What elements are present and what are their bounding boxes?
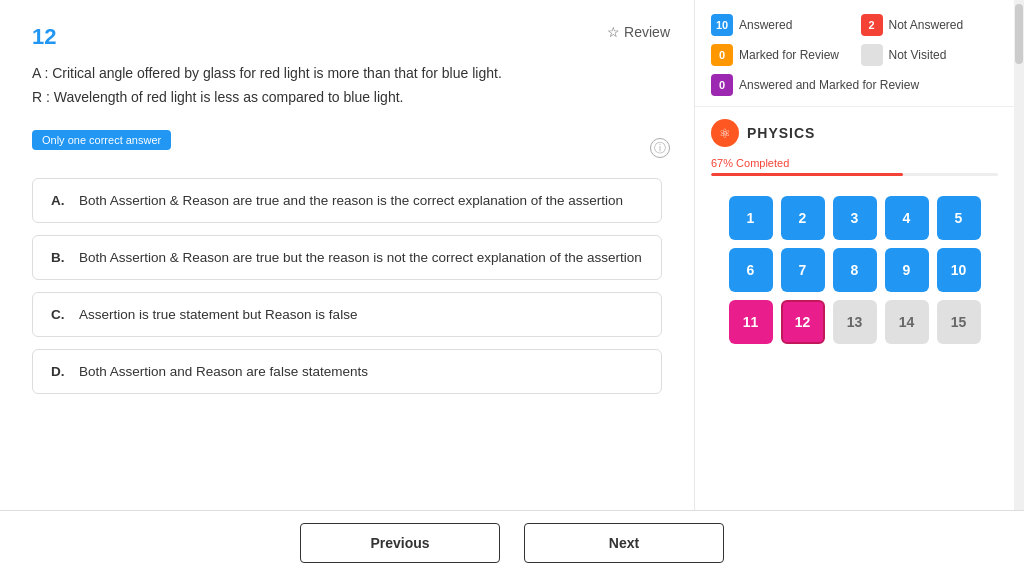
question-text: A : Critical angle offered by glass for …: [32, 62, 662, 110]
sidebar: 10 Answered 2 Not Answered 0 Marked for …: [694, 0, 1014, 510]
question-grid-button[interactable]: 9: [885, 248, 929, 292]
marked-dot: 0: [711, 44, 733, 66]
option-text: Assertion is true statement but Reason i…: [79, 307, 357, 322]
question-grid-button[interactable]: 14: [885, 300, 929, 344]
answered-marked-dot: 0: [711, 74, 733, 96]
legend-marked: 0 Marked for Review: [711, 44, 849, 66]
legend-answered-marked: 0 Answered and Marked for Review: [711, 74, 998, 96]
option-text: Both Assertion & Reason are true and the…: [79, 193, 623, 208]
progress-bar-container: 67% Completed: [695, 153, 1014, 188]
question-grid-button[interactable]: 6: [729, 248, 773, 292]
question-grid-button[interactable]: 12: [781, 300, 825, 344]
subject-icon: ⚛: [711, 119, 739, 147]
question-grid-button[interactable]: 11: [729, 300, 773, 344]
progress-label: 67% Completed: [711, 157, 998, 169]
question-grid-button[interactable]: 1: [729, 196, 773, 240]
progress-bar-fill: [711, 173, 903, 176]
subject-header: ⚛ PHYSICS: [695, 107, 1014, 153]
option-item[interactable]: A. Both Assertion & Reason are true and t…: [32, 178, 662, 223]
question-grid-button[interactable]: 5: [937, 196, 981, 240]
scrollbar-thumb: [1015, 4, 1023, 64]
question-line-2: R : Wavelength of red light is less as c…: [32, 86, 662, 110]
question-grid-button[interactable]: 2: [781, 196, 825, 240]
scrollbar[interactable]: [1014, 0, 1024, 510]
progress-bar-bg: [711, 173, 998, 176]
question-line-1: A : Critical angle offered by glass for …: [32, 62, 662, 86]
option-label: A.: [51, 193, 67, 208]
question-panel: 12 ☆ Review A : Critical angle offered b…: [0, 0, 694, 510]
question-grid-button[interactable]: 13: [833, 300, 877, 344]
subject-name: PHYSICS: [747, 125, 815, 141]
question-grid-button[interactable]: 4: [885, 196, 929, 240]
legend-not-answered: 2 Not Answered: [861, 14, 999, 36]
legend-not-visited: Not Visited: [861, 44, 999, 66]
previous-button[interactable]: Previous: [300, 523, 500, 563]
answer-type-badge: Only one correct answer: [32, 130, 171, 150]
option-list: A. Both Assertion & Reason are true and t…: [32, 178, 662, 394]
review-label: Review: [624, 24, 670, 40]
legend-answered: 10 Answered: [711, 14, 849, 36]
option-label: B.: [51, 250, 67, 265]
question-number: 12: [32, 24, 662, 50]
question-grid-button[interactable]: 10: [937, 248, 981, 292]
answered-dot: 10: [711, 14, 733, 36]
option-text: Both Assertion & Reason are true but the…: [79, 250, 642, 265]
info-icon[interactable]: ⓘ: [650, 138, 670, 158]
legend: 10 Answered 2 Not Answered 0 Marked for …: [695, 0, 1014, 107]
next-button[interactable]: Next: [524, 523, 724, 563]
option-text: Both Assertion and Reason are false stat…: [79, 364, 368, 379]
option-label: C.: [51, 307, 67, 322]
review-button[interactable]: ☆ Review: [607, 24, 670, 40]
bottom-nav: Previous Next: [0, 510, 1024, 575]
question-grid-button[interactable]: 7: [781, 248, 825, 292]
not-visited-dot: [861, 44, 883, 66]
not-answered-label: Not Answered: [889, 18, 964, 32]
option-item[interactable]: B. Both Assertion & Reason are true but t…: [32, 235, 662, 280]
question-grid: 123456789101112131415: [695, 188, 1014, 360]
option-item[interactable]: C. Assertion is true statement but Reason…: [32, 292, 662, 337]
marked-label: Marked for Review: [739, 48, 839, 62]
answered-marked-label: Answered and Marked for Review: [739, 78, 919, 92]
option-label: D.: [51, 364, 67, 379]
question-grid-button[interactable]: 15: [937, 300, 981, 344]
not-visited-label: Not Visited: [889, 48, 947, 62]
star-icon: ☆: [607, 24, 620, 40]
option-item[interactable]: D. Both Assertion and Reason are false st…: [32, 349, 662, 394]
not-answered-dot: 2: [861, 14, 883, 36]
question-grid-button[interactable]: 8: [833, 248, 877, 292]
question-grid-button[interactable]: 3: [833, 196, 877, 240]
answered-label: Answered: [739, 18, 792, 32]
